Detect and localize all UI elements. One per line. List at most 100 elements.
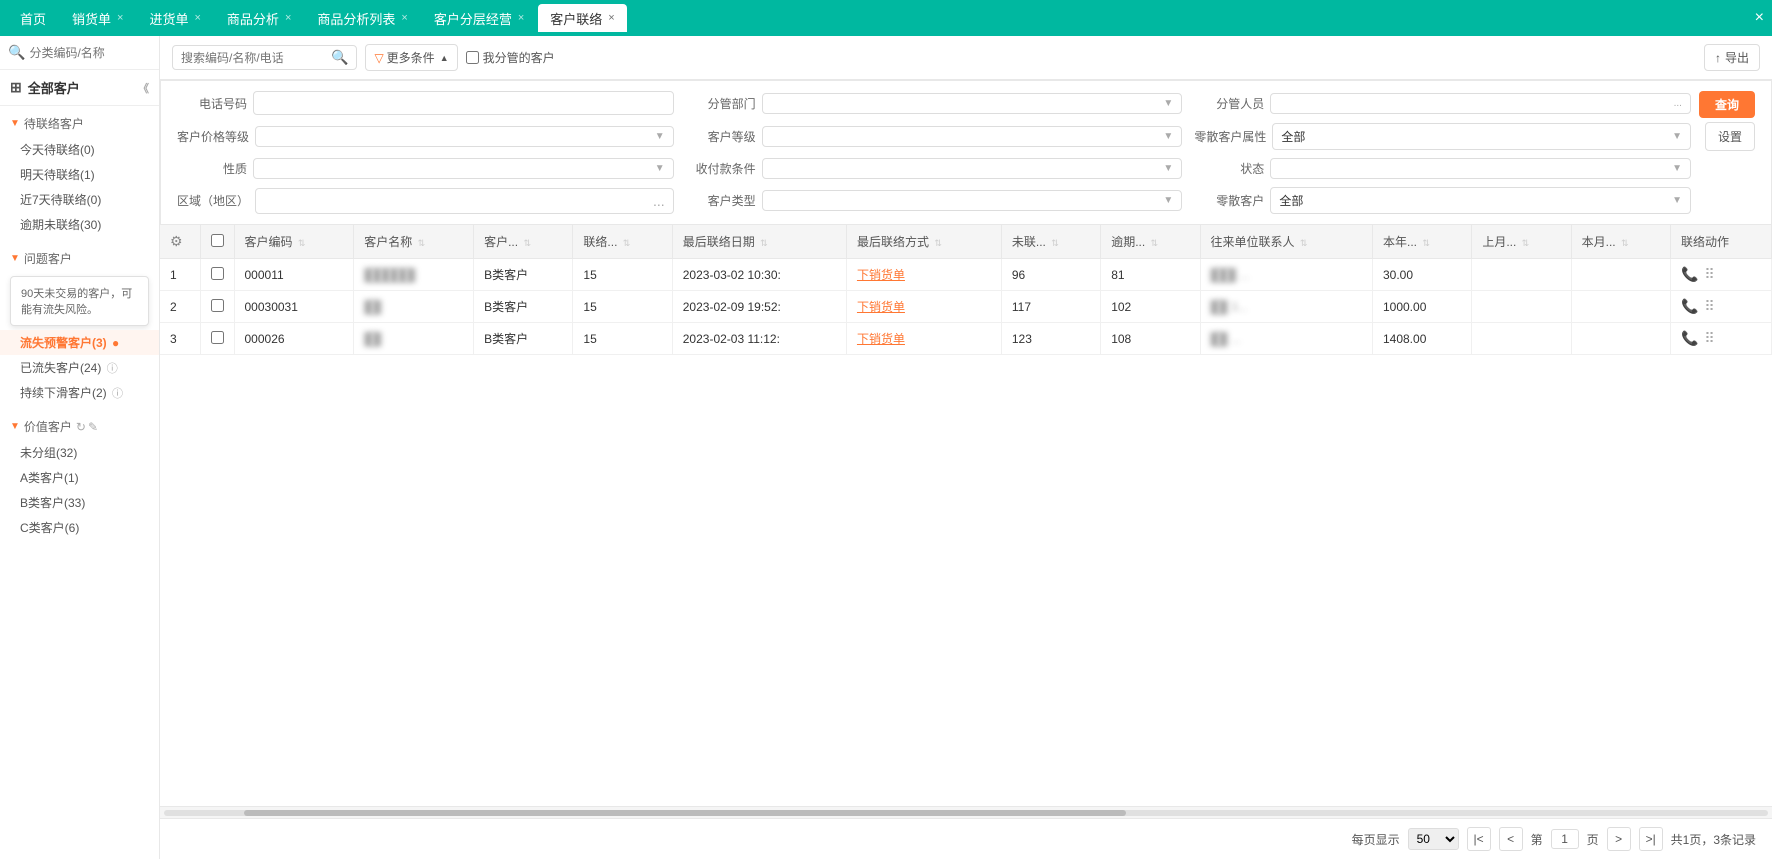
sidebar-item-today[interactable]: 今天待联络(0) bbox=[0, 137, 159, 162]
horizontal-scrollbar[interactable] bbox=[160, 806, 1772, 818]
prev-page-btn[interactable]: < bbox=[1499, 827, 1523, 851]
tab-sales[interactable]: 销货单 × bbox=[60, 4, 135, 32]
tab-home[interactable]: 首页 bbox=[8, 4, 58, 32]
th-checkbox[interactable] bbox=[200, 225, 234, 259]
cell-last-type[interactable]: 下销货单 bbox=[846, 291, 1001, 323]
tab-analysis[interactable]: 商品分析 × bbox=[215, 4, 303, 32]
sidebar-item-7days[interactable]: 近7天待联络(0) bbox=[0, 187, 159, 212]
scrollbar-thumb[interactable] bbox=[244, 810, 1126, 816]
customer-type-select[interactable]: ▼ bbox=[762, 190, 1183, 211]
sort-icon-3: ⇅ bbox=[523, 238, 531, 248]
sidebar-all-customers[interactable]: ⊞ 全部客户 《 bbox=[0, 70, 159, 106]
tab-customer-tier[interactable]: 客户分层经营 × bbox=[422, 4, 536, 32]
sidebar-item-ungrouped[interactable]: 未分组(32) bbox=[0, 440, 159, 465]
sidebar-section-problem-title[interactable]: ▼ 问题客户 bbox=[0, 245, 159, 272]
filter-row-3: 性质 ▼ 收付款条件 ▼ bbox=[177, 158, 1691, 179]
gender-select[interactable]: ▼ bbox=[253, 158, 674, 179]
cell-last-month bbox=[1472, 291, 1571, 323]
tab-analysis-list[interactable]: 商品分析列表 × bbox=[305, 4, 419, 32]
customer-table: ⚙ 客户编码 ⇅ 客户名称 ⇅ bbox=[160, 225, 1772, 355]
customer-level-select[interactable]: ▼ bbox=[762, 126, 1183, 147]
tab-purchase-close[interactable]: × bbox=[194, 12, 200, 24]
contact-type-link[interactable]: 下销货单 bbox=[857, 300, 905, 314]
scrollbar-track[interactable] bbox=[164, 810, 1768, 816]
cell-this-year: 1408.00 bbox=[1372, 323, 1471, 355]
close-window-icon[interactable]: × bbox=[1755, 9, 1764, 27]
tab-customer-contact[interactable]: 客户联络 × bbox=[538, 4, 626, 32]
zero-attr-select[interactable]: 全部 ▼ bbox=[1272, 123, 1691, 150]
search-box: 🔍 bbox=[172, 45, 357, 70]
select-all-checkbox[interactable] bbox=[211, 234, 224, 247]
region-select[interactable]: ... bbox=[255, 188, 674, 214]
cell-checkbox[interactable] bbox=[200, 323, 234, 355]
sort-icon-10: ⇅ bbox=[1422, 238, 1430, 248]
more-action-icon[interactable]: ⠿ bbox=[1704, 298, 1714, 315]
more-action-icon[interactable]: ⠿ bbox=[1704, 266, 1714, 283]
status-select[interactable]: ▼ bbox=[1270, 158, 1691, 179]
sidebar-item-declining[interactable]: 持续下滑客户(2) ⓘ bbox=[0, 380, 159, 405]
last-page-btn[interactable]: >| bbox=[1639, 827, 1663, 851]
dept-select[interactable]: ▼ bbox=[762, 93, 1183, 114]
sidebar-item-churned[interactable]: 已流失客户(24) ⓘ bbox=[0, 355, 159, 380]
contact-type-link[interactable]: 下销货单 bbox=[857, 332, 905, 346]
per-page-select[interactable]: 50 100 200 bbox=[1408, 828, 1459, 850]
search-icon[interactable]: 🔍 bbox=[331, 49, 348, 66]
price-level-select[interactable]: ▼ bbox=[255, 126, 674, 147]
sidebar-item-a-class[interactable]: A类客户(1) bbox=[0, 465, 159, 490]
row-checkbox[interactable] bbox=[211, 331, 224, 344]
region-dots[interactable]: ... bbox=[653, 193, 665, 209]
tab-purchase[interactable]: 进货单 × bbox=[137, 4, 212, 32]
search-input[interactable] bbox=[181, 51, 331, 65]
filter-more-btn[interactable]: ▽ 更多条件 ▲ bbox=[365, 44, 457, 71]
cell-overdue: 102 bbox=[1101, 291, 1200, 323]
manager-select[interactable]: ... bbox=[1270, 93, 1691, 114]
sidebar-item-c-class[interactable]: C类客户(6) bbox=[0, 515, 159, 540]
cell-checkbox[interactable] bbox=[200, 259, 234, 291]
sidebar-section-pending-title[interactable]: ▼ 待联络客户 bbox=[0, 110, 159, 137]
cell-checkbox[interactable] bbox=[200, 291, 234, 323]
gear-icon[interactable]: ⚙ bbox=[170, 233, 183, 249]
sidebar-item-overdue[interactable]: 逾期未联络(30) bbox=[0, 212, 159, 237]
main-layout: 🔍 ⊞ 全部客户 《 ▼ 待联络客户 今天待联络(0) 明天待联络(1) 近7天… bbox=[0, 36, 1772, 859]
phone-action-icon[interactable]: 📞 bbox=[1681, 330, 1698, 347]
toolbar: 🔍 ▽ 更多条件 ▲ 我分管的客户 ↑ 导出 bbox=[160, 36, 1772, 80]
cell-unit-contact: ███ ... bbox=[1200, 259, 1372, 291]
sidebar-section-value-title[interactable]: ▼ 价值客户 ↻ ✎ bbox=[0, 413, 159, 440]
phone-action-icon[interactable]: 📞 bbox=[1681, 266, 1698, 283]
more-action-icon[interactable]: ⠿ bbox=[1704, 330, 1714, 347]
query-button[interactable]: 查询 bbox=[1699, 91, 1755, 118]
tab-customer-contact-close[interactable]: × bbox=[608, 12, 614, 24]
tab-sales-close[interactable]: × bbox=[117, 12, 123, 24]
sidebar-search-input[interactable] bbox=[29, 46, 151, 60]
sidebar-item-churn-warning[interactable]: 流失预警客户(3) ● bbox=[0, 330, 159, 355]
sort-icon-9: ⇅ bbox=[1300, 238, 1308, 248]
my-customers-filter[interactable]: 我分管的客户 bbox=[466, 49, 555, 66]
filter-zero-customer: 零散客户 全部 ▼ bbox=[1194, 187, 1691, 214]
filter-row-2: 客户价格等级 ▼ 客户等级 ▼ bbox=[177, 123, 1691, 150]
first-page-btn[interactable]: |< bbox=[1467, 827, 1491, 851]
zero-customer-select[interactable]: 全部 ▼ bbox=[1270, 187, 1691, 214]
my-customers-checkbox[interactable] bbox=[466, 51, 479, 64]
tab-analysis-close[interactable]: × bbox=[285, 12, 291, 24]
row-checkbox[interactable] bbox=[211, 299, 224, 312]
sort-icon-5: ⇅ bbox=[760, 238, 768, 248]
th-gear[interactable]: ⚙ bbox=[160, 225, 200, 259]
next-page-btn[interactable]: > bbox=[1607, 827, 1631, 851]
refresh-icon[interactable]: ↻ bbox=[76, 420, 86, 434]
export-button[interactable]: ↑ 导出 bbox=[1704, 44, 1760, 71]
contact-type-link[interactable]: 下销货单 bbox=[857, 268, 905, 282]
problem-customer-tooltip: 90天未交易的客户，可能有流失风险。 bbox=[10, 276, 149, 326]
cell-last-type[interactable]: 下销货单 bbox=[846, 259, 1001, 291]
row-checkbox[interactable] bbox=[211, 267, 224, 280]
phone-action-icon[interactable]: 📞 bbox=[1681, 298, 1698, 315]
cell-unit-contact: ██ ... bbox=[1200, 323, 1372, 355]
sidebar-item-tomorrow[interactable]: 明天待联络(1) bbox=[0, 162, 159, 187]
phone-input[interactable] bbox=[253, 91, 674, 115]
settings-button[interactable]: 设置 bbox=[1705, 122, 1755, 151]
sidebar-item-b-class[interactable]: B类客户(33) bbox=[0, 490, 159, 515]
edit-icon[interactable]: ✎ bbox=[88, 420, 98, 434]
tab-customer-tier-close[interactable]: × bbox=[518, 12, 524, 24]
tab-analysis-list-close[interactable]: × bbox=[401, 12, 407, 24]
cell-last-type[interactable]: 下销货单 bbox=[846, 323, 1001, 355]
payment-select[interactable]: ▼ bbox=[762, 158, 1183, 179]
